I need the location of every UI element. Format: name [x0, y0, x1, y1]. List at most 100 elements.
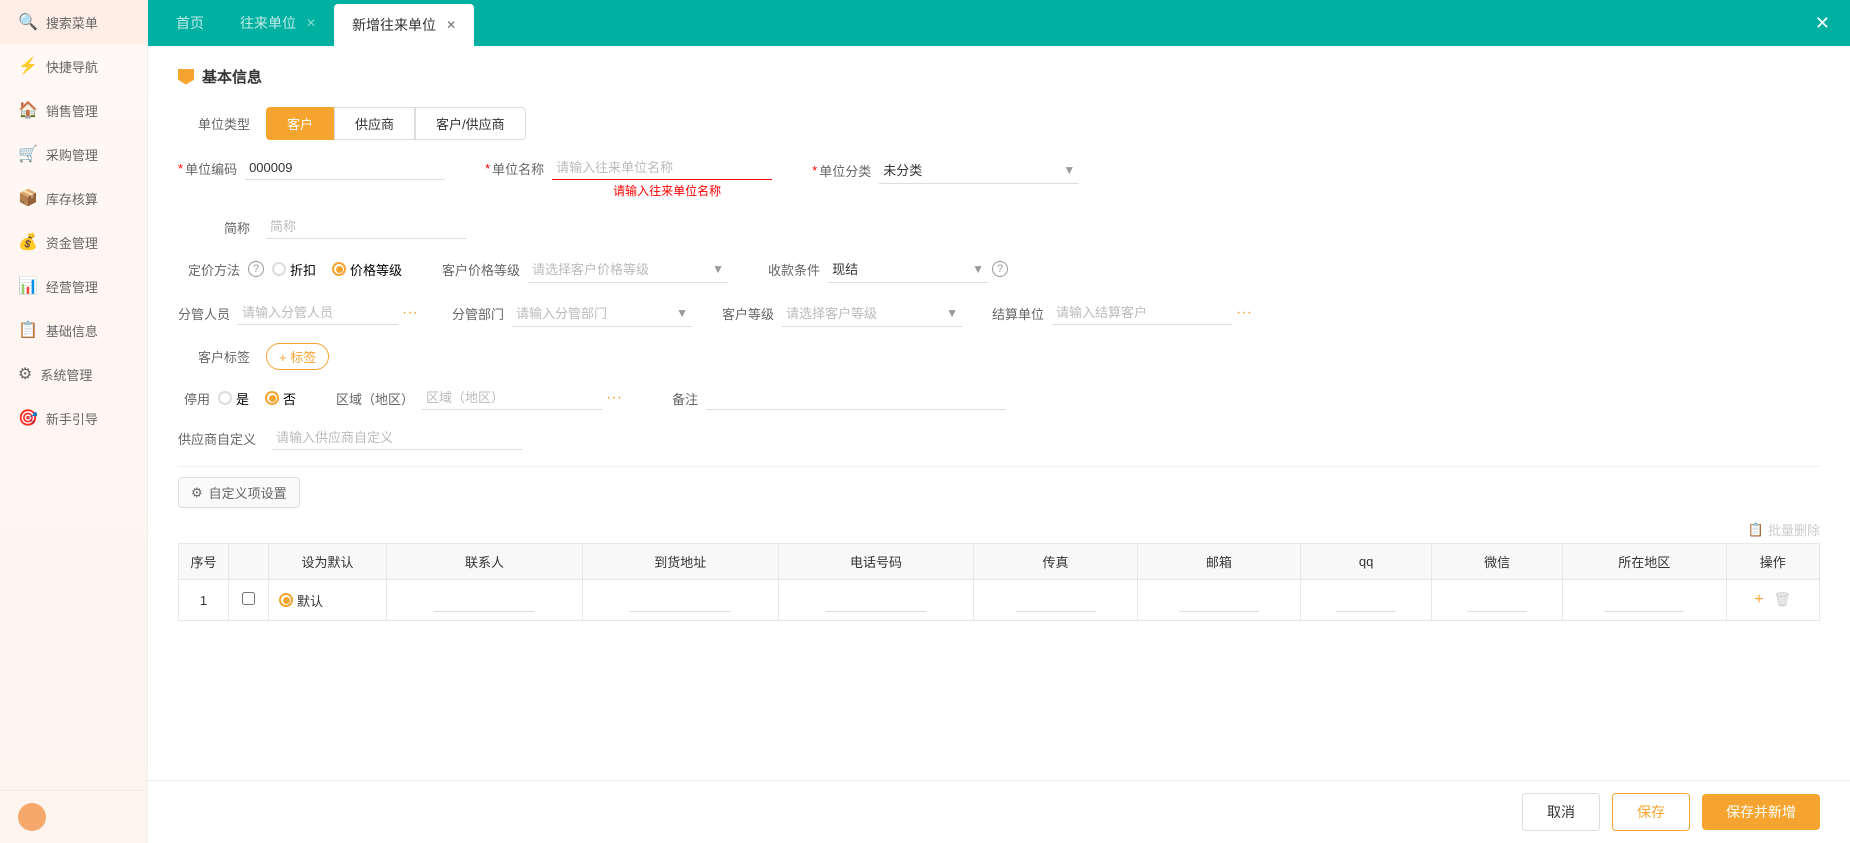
tab-partners-close[interactable]: ✕ [306, 16, 316, 30]
unit-name-label: 单位名称 [492, 159, 552, 178]
row-phone[interactable] [778, 580, 974, 621]
tab-home[interactable]: 首页 [158, 0, 222, 46]
custom-settings-btn[interactable]: ⚙ 自定义项设置 [178, 477, 300, 508]
dept-placeholder: 请输入分管部门 [516, 303, 672, 322]
row-email-input[interactable] [1179, 588, 1259, 612]
short-name-input[interactable] [266, 215, 466, 239]
unit-btn-customer[interactable]: 客户 [266, 107, 334, 140]
pricing-radio-price-level[interactable]: 价格等级 [332, 260, 402, 279]
unit-category-select[interactable]: 未分类 ▼ [879, 156, 1079, 184]
unit-type-label: 单位类型 [178, 114, 258, 133]
manager-input[interactable] [238, 301, 398, 325]
row-location-input[interactable] [1604, 588, 1684, 612]
cust-price-level-select[interactable]: 请选择客户价格等级 ▼ [528, 255, 728, 283]
pricing-label: 定价方法 [178, 260, 248, 279]
settlement-group: 结算单位 ··· [992, 301, 1256, 325]
radio-pricelevel-circle [332, 262, 346, 276]
tab-bar: 首页 往来单位 ✕ 新增往来单位 ✕ ✕ [148, 0, 1850, 46]
unit-code-group: * 单位编码 [178, 156, 445, 180]
sidebar-item-inventory[interactable]: 📦 库存核算 [0, 176, 147, 220]
row-checkbox[interactable] [229, 580, 269, 621]
sidebar-item-quick-nav[interactable]: ⚡ 快捷导航 [0, 44, 147, 88]
row-contact-input[interactable] [434, 588, 534, 612]
payment-help-icon[interactable]: ? [992, 261, 1008, 277]
pricing-radio-discount[interactable]: 折扣 [272, 260, 316, 279]
row-wechat-input[interactable] [1467, 588, 1527, 612]
sidebar-item-purchase[interactable]: 🛒 采购管理 [0, 132, 147, 176]
sidebar-item-search[interactable]: 🔍 搜索菜单 [0, 0, 147, 44]
short-name-label: 简称 [178, 218, 258, 237]
unit-btn-supplier[interactable]: 供应商 [334, 107, 415, 140]
tag-add-btn[interactable]: + 标签 [266, 343, 329, 370]
row-location[interactable] [1563, 580, 1726, 621]
unit-btn-both[interactable]: 客户/供应商 [415, 107, 526, 140]
row-qq[interactable] [1301, 580, 1432, 621]
contacts-table: 序号 设为默认 联系人 到货地址 电话号码 传真 邮箱 qq 微信 所在地区 操… [178, 543, 1820, 621]
finance-icon: 💰 [18, 232, 38, 252]
row-fax[interactable] [974, 580, 1137, 621]
save-add-button[interactable]: 保存并新增 [1702, 794, 1820, 830]
row-phone-input[interactable] [826, 588, 926, 612]
sidebar-item-system[interactable]: ⚙ 系统管理 [0, 352, 147, 396]
row-address[interactable] [582, 580, 778, 621]
quick-nav-icon: ⚡ [18, 56, 38, 76]
payment-terms-select[interactable]: 现结 ▼ [828, 255, 988, 283]
cust-price-level-label: 客户价格等级 [442, 260, 528, 279]
col-contact: 联系人 [387, 544, 583, 580]
row-fax-input[interactable] [1016, 588, 1096, 612]
pricing-row: 定价方法 ? 折扣 价格等级 客户价格等级 请选择客户价格等级 [178, 255, 1820, 283]
row-add-btn[interactable]: + [1754, 591, 1763, 608]
window-close-button[interactable]: ✕ [1805, 13, 1840, 34]
col-action: 操作 [1726, 544, 1820, 580]
pricing-help-icon[interactable]: ? [248, 261, 264, 277]
remarks-input[interactable] [706, 386, 1006, 410]
radio-discount-circle [272, 262, 286, 276]
tab-new-partner[interactable]: 新增往来单位 ✕ [334, 4, 474, 46]
cust-level-select[interactable]: 请选择客户等级 ▼ [782, 299, 962, 327]
manager-more-btn[interactable]: ··· [398, 304, 422, 322]
col-email: 邮箱 [1137, 544, 1300, 580]
sidebar-item-finance[interactable]: 💰 资金管理 [0, 220, 147, 264]
row-seq: 1 [179, 580, 229, 621]
unit-name-group: * 单位名称 请输入往来单位名称 [485, 156, 772, 199]
row-default-radio[interactable]: 默认 [279, 591, 376, 610]
dept-select[interactable]: 请输入分管部门 ▼ [512, 299, 692, 327]
page-content: 基本信息 单位类型 客户 供应商 客户/供应商 * 单位编码 * 单位 [148, 46, 1850, 780]
supplier-custom-input[interactable] [272, 426, 522, 450]
sidebar-item-basic-info[interactable]: 📋 基础信息 [0, 308, 147, 352]
col-fax: 传真 [974, 544, 1137, 580]
disabled-radio-yes[interactable]: 是 [218, 389, 249, 408]
save-button[interactable]: 保存 [1612, 793, 1690, 831]
cust-level-arrow: ▼ [946, 306, 958, 320]
sidebar-item-sales[interactable]: 🏠 销售管理 [0, 88, 147, 132]
payment-terms-value: 现结 [832, 259, 968, 278]
row-address-input[interactable] [630, 588, 730, 612]
disabled-radio-no[interactable]: 否 [265, 389, 296, 408]
row-delete-btn[interactable]: 🗑 [1773, 591, 1791, 607]
cancel-button[interactable]: 取消 [1522, 793, 1600, 831]
sidebar-item-operations[interactable]: 📊 经营管理 [0, 264, 147, 308]
section-basic-info: 基本信息 [178, 66, 1820, 87]
settlement-input[interactable] [1052, 301, 1232, 325]
batch-delete-label[interactable]: 批量删除 [1768, 520, 1820, 539]
inventory-icon: 📦 [18, 188, 38, 208]
sidebar-item-guide[interactable]: 🎯 新手引导 [0, 396, 147, 440]
row-wechat[interactable] [1432, 580, 1563, 621]
table-row: 1 默认 [179, 580, 1820, 621]
disabled-radio-group: 是 否 [218, 389, 296, 408]
settlement-more-btn[interactable]: ··· [1232, 304, 1256, 322]
tab-new-partner-close[interactable]: ✕ [446, 18, 456, 32]
search-icon: 🔍 [18, 12, 38, 32]
region-more-btn[interactable]: ··· [602, 389, 626, 407]
unit-name-input[interactable] [552, 156, 772, 180]
manager-row: 分管人员 ··· 分管部门 请输入分管部门 ▼ 客户等级 请选择客户等级 ▼ [178, 299, 1820, 327]
tab-partners[interactable]: 往来单位 ✕ [222, 0, 334, 46]
main-content: 首页 往来单位 ✕ 新增往来单位 ✕ ✕ 基本信息 单位类型 客户 供应商 客户… [148, 0, 1850, 843]
region-input[interactable] [422, 386, 602, 410]
row-check[interactable] [242, 592, 255, 605]
row-contact[interactable] [387, 580, 583, 621]
unit-category-value: 未分类 [883, 160, 1059, 179]
row-email[interactable] [1137, 580, 1300, 621]
row-qq-input[interactable] [1336, 588, 1396, 612]
unit-code-input[interactable] [245, 156, 445, 180]
